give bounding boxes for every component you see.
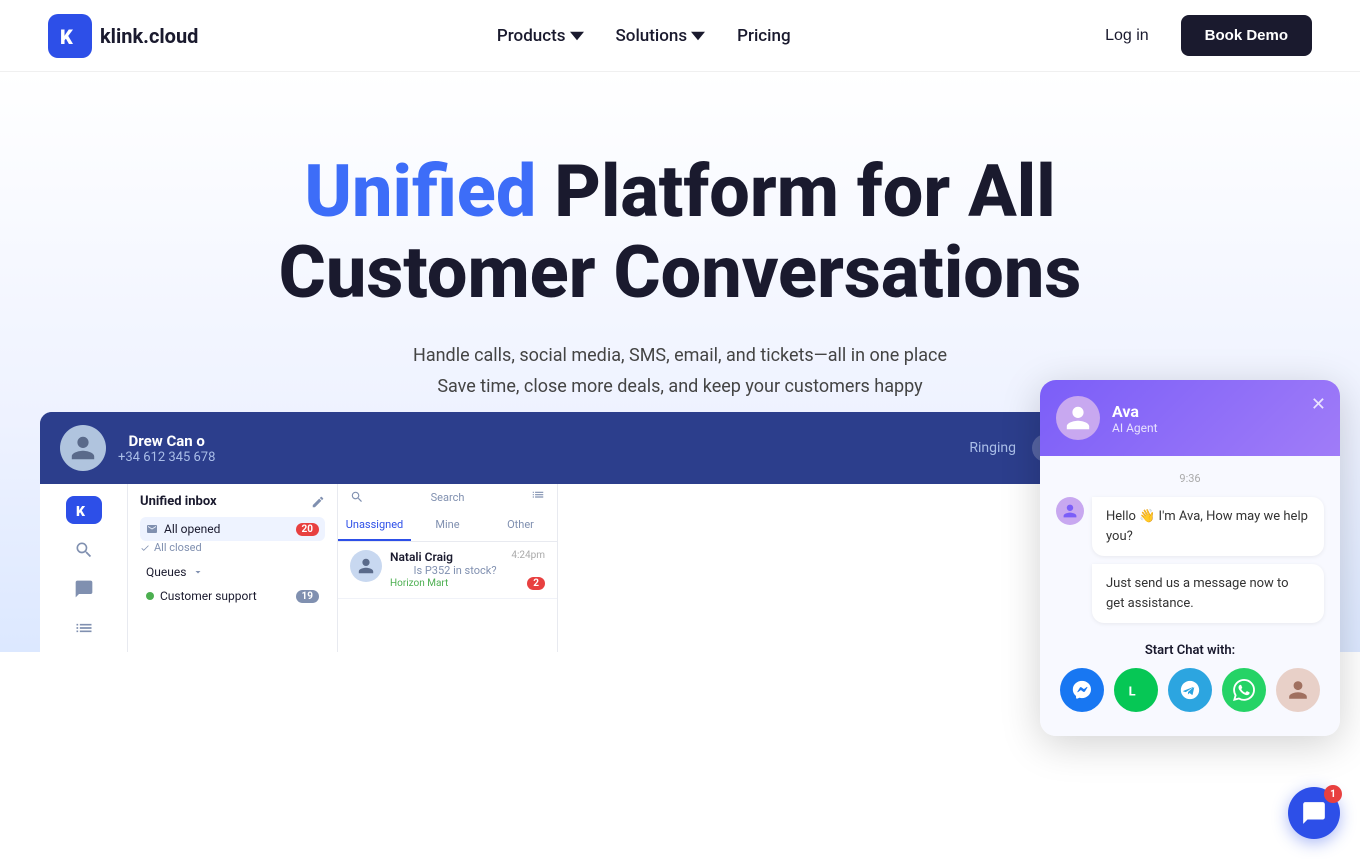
chat-icon[interactable]: [68, 577, 100, 602]
queues-row[interactable]: Queues: [140, 560, 325, 584]
chat-timestamp: 9:36: [1056, 472, 1324, 485]
all-closed-label: All closed: [154, 541, 202, 554]
nav-right: Log in Book Demo: [1089, 15, 1312, 56]
chat-agent-name: Ava: [1112, 402, 1158, 421]
tab-other[interactable]: Other: [484, 510, 557, 541]
svg-text:K: K: [76, 504, 86, 520]
convo-message: Is P352 in stock?: [390, 564, 520, 577]
edit-icon[interactable]: [311, 495, 325, 509]
main-area: K Unified inbox: [40, 484, 1080, 652]
all-closed-row[interactable]: All closed: [140, 541, 325, 554]
hero-headline: Unified Platform for All Customer Conver…: [230, 152, 1130, 313]
chat-header: Ava AI Agent ✕: [1040, 380, 1340, 456]
chat-body: 9:36 Hello 👋 I'm Ava, How may we help yo…: [1040, 456, 1340, 736]
agent-channel-button[interactable]: [1276, 668, 1320, 712]
list-icon[interactable]: [68, 615, 100, 640]
chat-notification-badge: 1: [1324, 785, 1342, 803]
customer-support-row[interactable]: Customer support 19: [140, 584, 325, 608]
chat-bubble-1: Hello 👋 I'm Ava, How may we help you?: [1092, 497, 1324, 556]
bubble-avatar: [1056, 497, 1084, 525]
k-small-icon: K: [74, 500, 94, 520]
whatsapp-channel-button[interactable]: [1222, 668, 1266, 712]
search-icon[interactable]: [68, 538, 100, 563]
telegram-channel-button[interactable]: [1168, 668, 1212, 712]
nav-products[interactable]: Products: [497, 26, 584, 46]
convo-time: 4:24pm: [511, 550, 545, 564]
conversation-item[interactable]: Natali Craig 4:24pm Is P352 in stock? Ho…: [338, 542, 557, 599]
chat-agent-avatar: [1056, 396, 1100, 440]
tab-mine[interactable]: Mine: [411, 510, 484, 541]
call-status: Ringing: [969, 440, 1016, 456]
app-screenshot: Drew Can o +34 612 345 678 Ringing K: [40, 412, 1080, 652]
k-icon: K: [57, 23, 83, 49]
chevron-down-icon: [570, 29, 584, 43]
chat-close-button[interactable]: ✕: [1311, 394, 1326, 415]
convo-badge: 2: [527, 577, 545, 590]
call-bar: Drew Can o +34 612 345 678 Ringing: [40, 412, 1080, 484]
caller-avatar: [60, 425, 106, 471]
headline-highlight: Unified: [304, 149, 536, 234]
chat-float-button[interactable]: 1: [1288, 787, 1340, 839]
svg-text:L: L: [1129, 685, 1136, 700]
line-channel-button[interactable]: L: [1114, 668, 1158, 712]
customer-support-label: Customer support: [160, 589, 257, 603]
chat-agent-role: AI Agent: [1112, 421, 1158, 435]
tab-unassigned[interactable]: Unassigned: [338, 510, 411, 541]
nav-solutions[interactable]: Solutions: [616, 26, 706, 46]
all-opened-label: All opened: [164, 522, 220, 536]
inbox-panel: Unified inbox All opened 20 All closed Q…: [128, 484, 338, 652]
login-button[interactable]: Log in: [1089, 19, 1165, 53]
logo-icon: K: [48, 14, 92, 58]
person-icon: [69, 434, 97, 462]
nav-center: Products Solutions Pricing: [497, 26, 791, 46]
chat-widget: Ava AI Agent ✕ 9:36 Hello 👋 I'm Ava, How…: [1040, 380, 1340, 736]
sidebar-logo: K: [66, 496, 102, 524]
chat-bubble-2: Just send us a message now to get assist…: [1092, 564, 1324, 623]
caller-name: Drew Can o: [118, 432, 215, 450]
sidebar-mini: K: [40, 484, 128, 652]
customer-support-badge: 19: [296, 590, 319, 603]
logo[interactable]: K klink.cloud: [48, 14, 198, 58]
status-dot: [146, 592, 154, 600]
all-opened-row[interactable]: All opened 20: [140, 517, 325, 541]
search-small-icon[interactable]: [350, 490, 364, 504]
logo-text: klink.cloud: [100, 24, 198, 48]
navigation: K klink.cloud Products Solutions Pricing…: [0, 0, 1360, 72]
convo-avatar: [350, 550, 382, 582]
messenger-channel-button[interactable]: [1060, 668, 1104, 712]
start-chat-label: Start Chat with:: [1056, 643, 1324, 658]
queue-tabs: Unassigned Mine Other: [338, 510, 557, 542]
search-placeholder: Search: [431, 491, 465, 504]
book-demo-button[interactable]: Book Demo: [1181, 15, 1312, 56]
conversation-panel: Search Unassigned Mine Other: [338, 484, 558, 652]
caller-phone: +34 612 345 678: [118, 450, 215, 465]
filter-icon[interactable]: [531, 490, 545, 504]
nav-pricing[interactable]: Pricing: [737, 26, 791, 46]
convo-name: Natali Craig: [390, 550, 453, 564]
chat-bubble-icon: [1301, 800, 1327, 826]
queues-label: Queues: [146, 565, 186, 579]
chat-channels: L: [1056, 668, 1324, 720]
svg-text:K: K: [60, 25, 73, 49]
all-opened-badge: 20: [296, 523, 319, 536]
chevron-down-icon: [691, 29, 705, 43]
convo-source: Horizon Mart: [390, 578, 448, 589]
inbox-title-text: Unified inbox: [140, 494, 217, 509]
